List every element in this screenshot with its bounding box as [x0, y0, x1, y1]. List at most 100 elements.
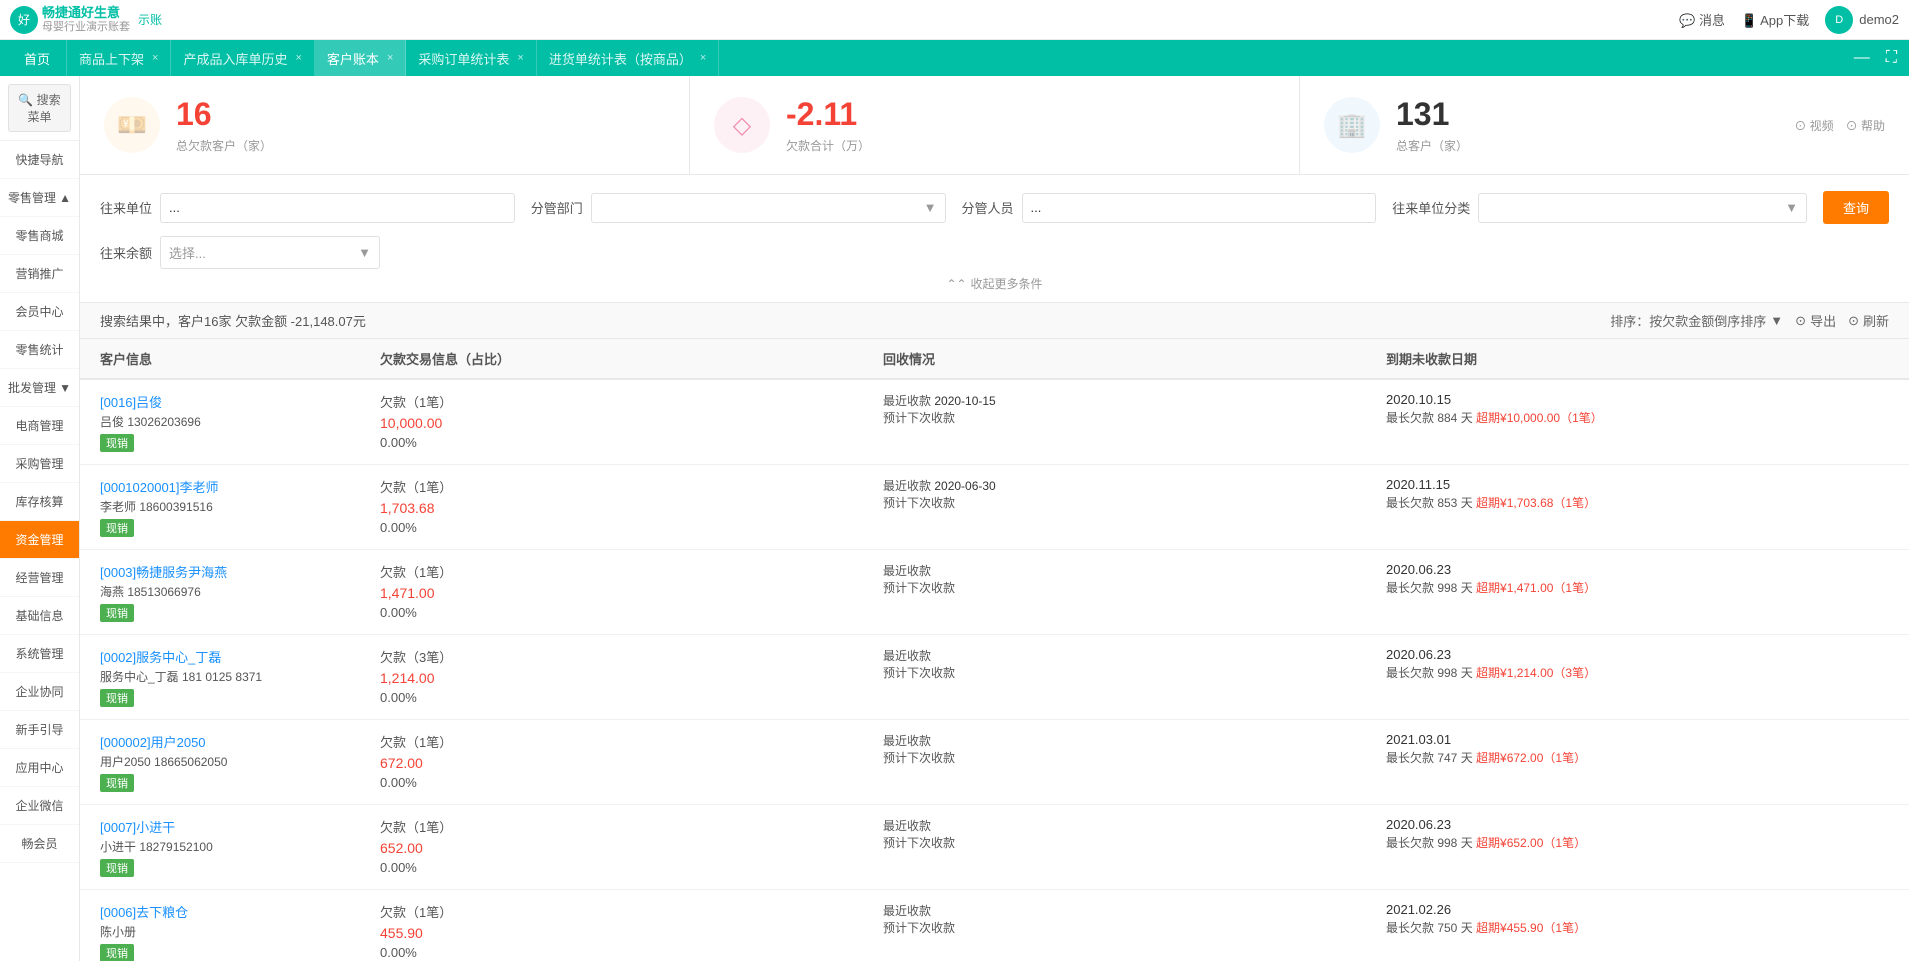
customer-name-1[interactable]: [0016]吕俊: [100, 392, 380, 411]
sidebar-item-purchase[interactable]: 采购管理: [0, 445, 79, 483]
customer-tag-3: 现销: [100, 604, 134, 622]
sidebar-item-retail-stat[interactable]: 零售统计: [0, 331, 79, 369]
sidebar-item-marketing[interactable]: 营销推广: [0, 255, 79, 293]
sidebar-item-inventory[interactable]: 库存核算: [0, 483, 79, 521]
collection-info-4: 最近收款 预计下次收款: [883, 647, 1386, 681]
debt-count-6: 欠款（1笔）: [380, 817, 883, 836]
sidebar-item-guide[interactable]: 新手引导: [0, 711, 79, 749]
sidebar-item-wechat[interactable]: 企业微信: [0, 787, 79, 825]
sidebar-item-retail-mgmt[interactable]: 零售管理▲: [0, 179, 79, 217]
sidebar-item-quicknav[interactable]: 快捷导航: [0, 141, 79, 179]
customer-phone-5: 用户2050 18665062050: [100, 753, 380, 770]
filter-category: 往来单位分类 ▼: [1392, 193, 1807, 223]
menu-toggle[interactable]: 示账: [138, 11, 162, 28]
close-icon[interactable]: ×: [517, 52, 523, 64]
filter-category-select[interactable]: ▼: [1478, 193, 1807, 223]
overdue-amount-4[interactable]: 超期¥1,214.00（3笔）: [1476, 666, 1596, 680]
sort-dropdown[interactable]: 排序：按欠款金额倒序排序 ▼: [1610, 311, 1783, 330]
chevron-down-icon-3: ▼: [358, 245, 371, 260]
sidebar-item-retail-mall[interactable]: 零售商城: [0, 217, 79, 255]
debt-info-7: 欠款（1笔） 455.90 0.00%: [380, 902, 883, 960]
sidebar-item-basic-info[interactable]: 基础信息: [0, 597, 79, 635]
recent-collection-4: 最近收款: [883, 647, 1386, 664]
table-row: [0006]去下粮仓 陈小册 现销 欠款（1笔） 455.90 0.00% 最近…: [80, 890, 1909, 961]
tab-product-on-off[interactable]: 商品上下架 ×: [67, 40, 171, 76]
due-info-6: 2020.06.23 最长欠款 998 天 超期¥652.00（1笔）: [1386, 817, 1889, 851]
due-date-5: 2021.03.01: [1386, 732, 1889, 747]
due-date-6: 2020.06.23: [1386, 817, 1889, 832]
tab-home[interactable]: 首页: [8, 40, 67, 76]
maximize-btn[interactable]: ⛶: [1882, 49, 1901, 67]
stat-number-2: -2.11: [786, 96, 1275, 133]
stat-info-2: -2.11 欠款合计（万）: [786, 96, 1275, 154]
overdue-amount-6[interactable]: 超期¥652.00（1笔）: [1476, 836, 1586, 850]
debt-ratio-1: 0.00%: [380, 435, 883, 450]
customer-info-5: [000002]用户2050 用户2050 18665062050 现销: [100, 732, 380, 792]
filter-manager-input[interactable]: ...: [1022, 193, 1377, 223]
next-collection-7: 预计下次收款: [883, 919, 1386, 936]
filter-department-select[interactable]: ▼: [591, 193, 946, 223]
sidebar-item-changhui[interactable]: 畅会员: [0, 825, 79, 863]
sort-label: 排序：按欠款金额倒序排序: [1610, 311, 1766, 330]
tab-stock-history[interactable]: 产成品入库单历史 ×: [171, 40, 314, 76]
next-collection-5: 预计下次收款: [883, 749, 1386, 766]
customer-phone-6: 小进干 18279152100: [100, 838, 380, 855]
filter-counterpart-input[interactable]: ...: [160, 193, 515, 223]
filter-department: 分管部门 ▼: [531, 193, 946, 223]
collapse-btn[interactable]: ⌃⌃ 收起更多条件: [946, 275, 1042, 292]
sidebar-item-operations[interactable]: 经营管理: [0, 559, 79, 597]
due-info-1: 2020.10.15 最长欠款 884 天 超期¥10,000.00（1笔）: [1386, 392, 1889, 426]
help-btn[interactable]: ⊙ 帮助: [1846, 117, 1885, 134]
sidebar-item-member[interactable]: 会员中心: [0, 293, 79, 331]
sidebar-item-cooperation[interactable]: 企业协同: [0, 673, 79, 711]
debt-amount-6: 652.00: [380, 840, 883, 856]
minimize-btn[interactable]: —: [1850, 49, 1874, 67]
customer-phone-2: 李老师 18600391516: [100, 498, 380, 515]
customer-name-2[interactable]: [0001020001]李老师: [100, 477, 380, 496]
tab-purchase-order[interactable]: 采购订单统计表 ×: [406, 40, 536, 76]
customer-name-7[interactable]: [0006]去下粮仓: [100, 902, 380, 921]
refresh-btn[interactable]: ⊙ 刷新: [1848, 311, 1889, 330]
sidebar-item-system[interactable]: 系统管理: [0, 635, 79, 673]
overdue-amount-1[interactable]: 超期¥10,000.00（1笔）: [1476, 411, 1603, 425]
recent-collection-1: 最近收款 2020-10-15: [883, 392, 1386, 409]
overdue-amount-2[interactable]: 超期¥1,703.68（1笔）: [1476, 496, 1596, 510]
overdue-amount-5[interactable]: 超期¥672.00（1笔）: [1476, 751, 1586, 765]
customer-name-6[interactable]: [0007]小进干: [100, 817, 380, 836]
debt-info-3: 欠款（1笔） 1,471.00 0.00%: [380, 562, 883, 620]
app-name: 畅捷通好生意: [42, 5, 130, 21]
overdue-amount-3[interactable]: 超期¥1,471.00（1笔）: [1476, 581, 1596, 595]
debt-amount-5: 672.00: [380, 755, 883, 771]
app-download-btn[interactable]: 📱 App下载: [1741, 10, 1809, 29]
close-icon[interactable]: ×: [700, 52, 706, 64]
sidebar-item-wholesale[interactable]: 批发管理▼: [0, 369, 79, 407]
export-btn[interactable]: ⊙ 导出: [1795, 311, 1836, 330]
debt-amount-4: 1,214.00: [380, 670, 883, 686]
customer-tag-6: 现销: [100, 859, 134, 877]
username: demo2: [1859, 12, 1899, 27]
overdue-amount-7[interactable]: 超期¥455.90（1笔）: [1476, 921, 1586, 935]
customer-info-6: [0007]小进干 小进干 18279152100 现销: [100, 817, 380, 877]
tab-customer-account[interactable]: 客户账本 ×: [315, 40, 406, 76]
customer-name-3[interactable]: [0003]畅捷服务尹海燕: [100, 562, 380, 581]
filter-label-2: 分管部门: [531, 198, 583, 217]
customer-name-4[interactable]: [0002]服务中心_丁磊: [100, 647, 380, 666]
sidebar-item-appstore[interactable]: 应用中心: [0, 749, 79, 787]
user-menu[interactable]: D demo2: [1825, 6, 1899, 34]
query-button[interactable]: 查询: [1823, 191, 1889, 224]
sidebar-item-ecommerce[interactable]: 电商管理: [0, 407, 79, 445]
close-icon[interactable]: ×: [152, 52, 158, 64]
main-layout: 🔍 搜索菜单 快捷导航 零售管理▲ 零售商城 营销推广 会员中心 零售统计 批发…: [0, 76, 1909, 961]
top-bar-right: 💬 消息 📱 App下载 D demo2: [1679, 6, 1899, 34]
filter-balance-select[interactable]: 选择... ▼: [160, 236, 380, 269]
video-btn[interactable]: ⊙ 视频: [1794, 117, 1833, 134]
message-btn[interactable]: 💬 消息: [1679, 10, 1725, 29]
search-menu-btn[interactable]: 🔍 搜索菜单: [8, 84, 71, 132]
sidebar-item-finance[interactable]: 资金管理: [0, 521, 79, 559]
close-icon[interactable]: ×: [387, 52, 393, 64]
close-icon[interactable]: ×: [295, 52, 301, 64]
tab-incoming-stat[interactable]: 进货单统计表（按商品） ×: [537, 40, 719, 76]
table-row: [000002]用户2050 用户2050 18665062050 现销 欠款（…: [80, 720, 1909, 805]
customer-name-5[interactable]: [000002]用户2050: [100, 732, 380, 751]
due-info-4: 2020.06.23 最长欠款 998 天 超期¥1,214.00（3笔）: [1386, 647, 1889, 681]
